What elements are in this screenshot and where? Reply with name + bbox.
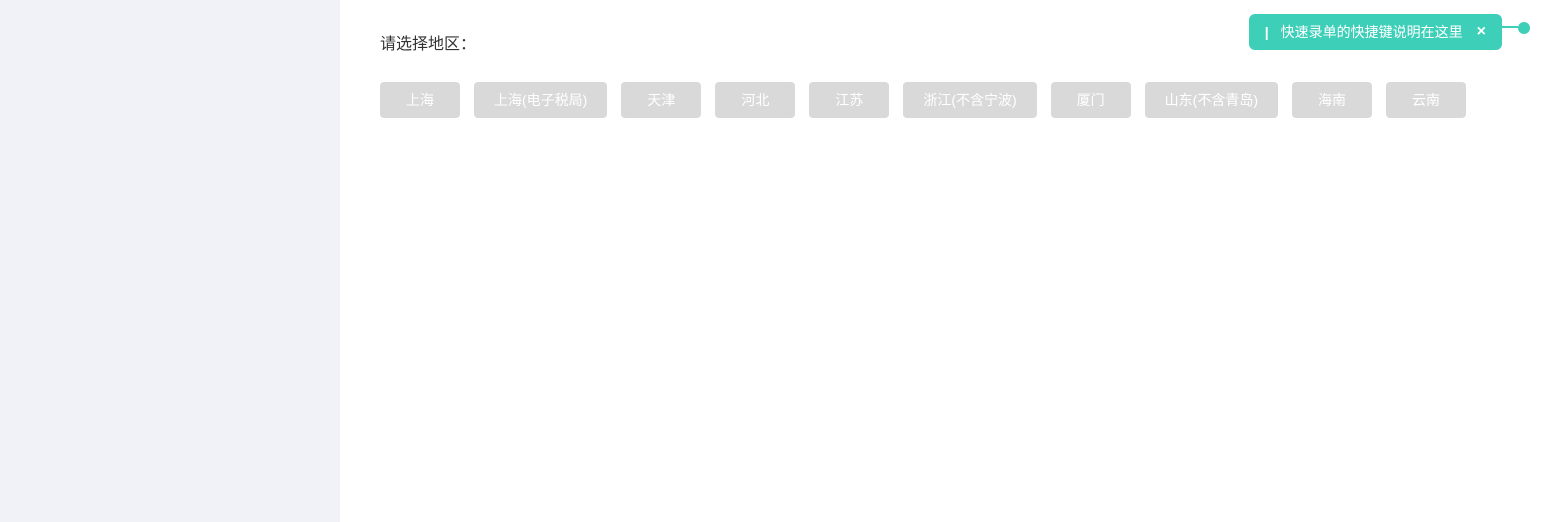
tooltip-close-button[interactable]: × [1477, 23, 1486, 41]
tooltip-line [1500, 26, 1518, 28]
region-btn-jiangsu[interactable]: 江苏 [809, 82, 889, 118]
region-btn-yunnan[interactable]: 云南 [1386, 82, 1466, 118]
tooltip-dot [1518, 22, 1530, 34]
tooltip-banner: 快速录单的快捷键说明在这里 × [1249, 14, 1502, 50]
region-btn-hainan[interactable]: 海南 [1292, 82, 1372, 118]
region-btn-shanghai-etax[interactable]: 上海(电子税局) [474, 82, 607, 118]
region-btn-hebei[interactable]: 河北 [715, 82, 795, 118]
tooltip-text: 快速录单的快捷键说明在这里 [1281, 22, 1463, 42]
region-btn-zhejiang[interactable]: 浙江(不含宁波) [903, 82, 1036, 118]
region-buttons-container: 上海 上海(电子税局) 天津 河北 江苏 浙江(不含宁波) 厦门 山东(不含青岛… [380, 82, 1522, 118]
main-content: 快速录单的快捷键说明在这里 × 请选择地区： 上海 上海(电子税局) 天津 河北… [340, 0, 1562, 522]
app-layout: 快速录单的快捷键说明在这里 × 请选择地区： 上海 上海(电子税局) 天津 河北… [0, 0, 1562, 522]
region-btn-shandong[interactable]: 山东(不含青岛) [1145, 82, 1278, 118]
region-btn-shanghai[interactable]: 上海 [380, 82, 460, 118]
region-btn-xiamen[interactable]: 厦门 [1051, 82, 1131, 118]
region-btn-tianjin[interactable]: 天津 [621, 82, 701, 118]
sidebar [0, 0, 340, 522]
